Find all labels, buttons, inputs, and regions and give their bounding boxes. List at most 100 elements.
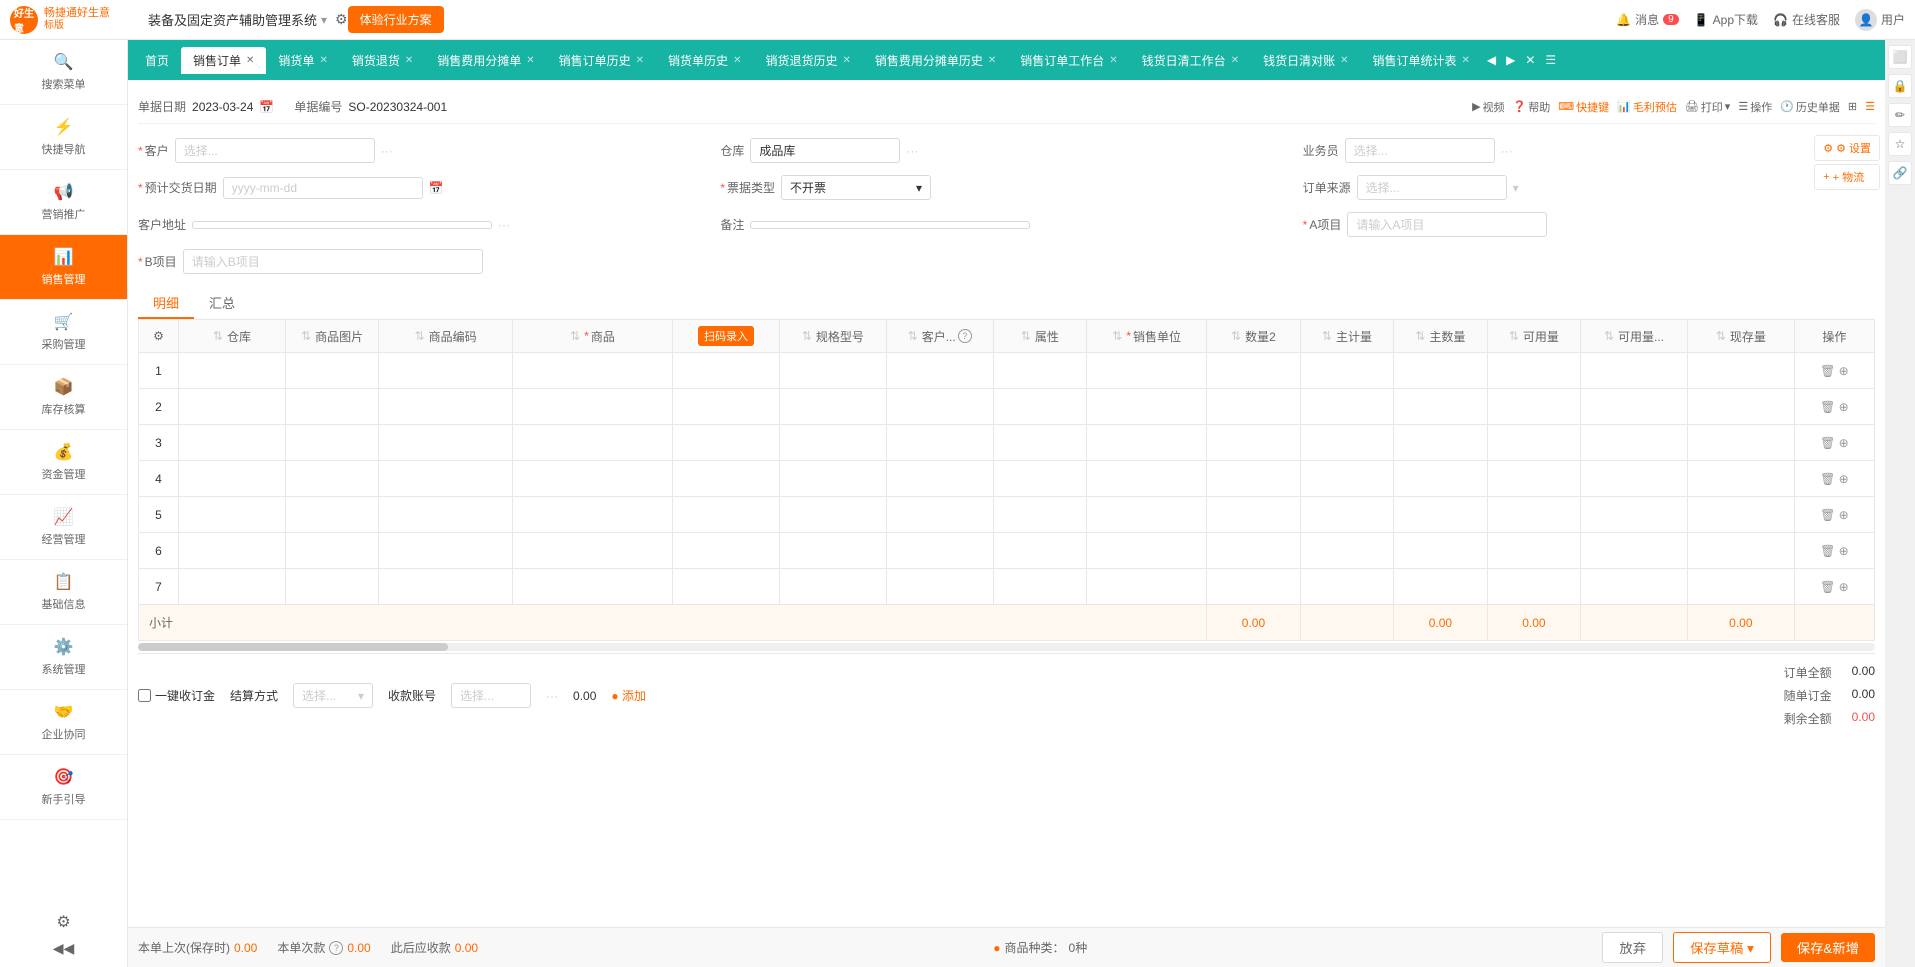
- print-dropdown-icon[interactable]: ▾: [1725, 100, 1731, 113]
- sort-icon[interactable]: ⇅: [1231, 329, 1241, 343]
- row-copy-icon[interactable]: ⊕: [1839, 472, 1849, 486]
- row-delete-icon[interactable]: 🗑: [1820, 364, 1835, 378]
- help-icon[interactable]: ?: [329, 941, 343, 955]
- list-view-icon[interactable]: ☰: [1865, 100, 1875, 113]
- help-btn[interactable]: ❓ 帮助: [1513, 99, 1551, 115]
- customer-input[interactable]: 选择...: [175, 138, 375, 163]
- b-project-input[interactable]: 请输入B项目: [183, 249, 483, 274]
- right-btn-4[interactable]: ☆: [1888, 132, 1912, 156]
- right-btn-2[interactable]: 🔒: [1888, 74, 1912, 98]
- industry-btn[interactable]: 体验行业方案: [348, 6, 444, 33]
- right-btn-3[interactable]: ✏: [1888, 103, 1912, 127]
- sort-icon[interactable]: ⇅: [301, 329, 311, 343]
- sort-icon[interactable]: ⇅: [1604, 329, 1614, 343]
- add-btn[interactable]: ● 添加: [611, 687, 646, 704]
- horizontal-scrollbar[interactable]: [138, 643, 1875, 651]
- customer-address-input[interactable]: [192, 221, 492, 229]
- tab-sales-stats[interactable]: 销售订单统计表 ✕: [1360, 47, 1481, 74]
- tab-sales-expense[interactable]: 销售费用分摊单 ✕: [425, 47, 546, 74]
- sidebar-item-collab[interactable]: 🤝 企业协同: [0, 690, 127, 755]
- tab-close-icon[interactable]: ✕: [1340, 55, 1348, 66]
- delivery-date-input[interactable]: yyyy-mm-dd: [223, 177, 423, 199]
- sidebar-item-basic-info[interactable]: 📋 基础信息: [0, 560, 127, 625]
- settings-icon[interactable]: ⚙: [335, 11, 348, 28]
- address-more-icon[interactable]: ···: [498, 218, 510, 232]
- order-source-dropdown-icon[interactable]: ▾: [1513, 181, 1519, 195]
- row-delete-icon[interactable]: 🗑: [1820, 400, 1835, 414]
- row-delete-icon[interactable]: 🗑: [1820, 472, 1835, 486]
- warehouse-input[interactable]: 成品库: [750, 138, 900, 163]
- online-service-btn[interactable]: 🎧 在线客服: [1773, 11, 1840, 28]
- sidebar-item-search[interactable]: 🔍 搜索菜单: [0, 40, 127, 105]
- row-delete-icon[interactable]: 🗑: [1820, 544, 1835, 558]
- view-btn[interactable]: ▶ 视频: [1472, 99, 1504, 115]
- tab-sales-invoice[interactable]: 销货单 ✕: [266, 47, 339, 74]
- help-icon[interactable]: ?: [958, 329, 972, 343]
- row-delete-icon[interactable]: 🗑: [1820, 508, 1835, 522]
- tab-close-all-icon[interactable]: ✕: [1520, 53, 1540, 67]
- salesperson-input[interactable]: 选择...: [1345, 138, 1495, 163]
- calendar-delivery-icon[interactable]: 📅: [429, 181, 444, 195]
- tab-close-icon[interactable]: ✕: [1231, 55, 1239, 66]
- one-click-payment-checkbox[interactable]: 一键收订金: [138, 687, 215, 704]
- tab-daily-workbench[interactable]: 钱货日清工作台 ✕: [1130, 47, 1251, 74]
- tab-prev-icon[interactable]: ◀: [1482, 53, 1501, 67]
- shortcut-btn[interactable]: ⌨ 快捷键: [1558, 99, 1609, 115]
- sort-icon[interactable]: ⇅: [570, 329, 580, 343]
- row-delete-icon[interactable]: 🗑: [1820, 580, 1835, 594]
- tab-return-history[interactable]: 销货退货历史 ✕: [753, 47, 862, 74]
- sort-icon[interactable]: ⇅: [415, 329, 425, 343]
- tab-sales-order[interactable]: 销售订单 ✕: [181, 47, 266, 74]
- tab-daily-reconcile[interactable]: 钱货日清对账 ✕: [1251, 47, 1360, 74]
- discard-btn[interactable]: 放弃: [1602, 932, 1663, 963]
- sidebar-item-system[interactable]: ⚙️ 系统管理: [0, 625, 127, 690]
- sidebar-settings-icon[interactable]: ⚙: [56, 912, 70, 932]
- operations-btn[interactable]: ☰ 操作: [1738, 99, 1772, 115]
- settings-col-icon[interactable]: ⚙: [153, 329, 164, 343]
- right-btn-5[interactable]: 🔗: [1888, 161, 1912, 185]
- order-source-input[interactable]: 选择...: [1357, 175, 1507, 200]
- tab-close-icon[interactable]: ✕: [319, 55, 327, 66]
- sidebar-item-tutorial[interactable]: 🎯 新手引导: [0, 755, 127, 820]
- print-btn[interactable]: 🖨 打印 ▾: [1685, 99, 1731, 115]
- sort-icon[interactable]: ⇅: [1415, 329, 1425, 343]
- tab-close-icon[interactable]: ✕: [246, 55, 254, 66]
- right-btn-1[interactable]: ⬜: [1888, 45, 1912, 69]
- save-new-btn[interactable]: 保存&新增: [1781, 933, 1875, 962]
- dropdown-arrow-icon[interactable]: ▾: [321, 13, 327, 27]
- tab-close-icon[interactable]: ✕: [733, 55, 741, 66]
- sort-icon[interactable]: ⇅: [213, 329, 223, 343]
- warehouse-more-icon[interactable]: ···: [906, 144, 918, 158]
- sidebar-collapse-icon[interactable]: ◀◀: [53, 940, 75, 957]
- tab-expense-history[interactable]: 销售费用分摊单历史 ✕: [863, 47, 1008, 74]
- sort-icon[interactable]: ⇅: [1112, 329, 1122, 343]
- notification-btn[interactable]: 🔔 消息 9: [1616, 11, 1679, 28]
- settings-float-btn[interactable]: ⚙ ⚙ 设置: [1814, 135, 1880, 161]
- grid-view-icon[interactable]: ⊞: [1848, 100, 1857, 113]
- sidebar-item-operation[interactable]: 📈 经营管理: [0, 495, 127, 560]
- row-copy-icon[interactable]: ⊕: [1839, 436, 1849, 450]
- customer-more-icon[interactable]: ···: [381, 144, 393, 158]
- calendar-icon[interactable]: 📅: [259, 100, 274, 114]
- salesperson-more-icon[interactable]: ···: [1501, 144, 1513, 158]
- account-select[interactable]: 选择...: [451, 683, 531, 708]
- a-project-input[interactable]: 请输入A项目: [1347, 212, 1547, 237]
- row-delete-icon[interactable]: 🗑: [1820, 436, 1835, 450]
- sidebar-item-finance[interactable]: 💰 资金管理: [0, 430, 127, 495]
- tab-next-icon[interactable]: ▶: [1501, 53, 1520, 67]
- scroll-thumb[interactable]: [138, 643, 448, 651]
- profit-btn[interactable]: 📊 毛利预估: [1617, 99, 1677, 115]
- tab-close-icon[interactable]: ✕: [1462, 55, 1470, 66]
- row-copy-icon[interactable]: ⊕: [1839, 580, 1849, 594]
- tab-close-icon[interactable]: ✕: [842, 55, 850, 66]
- sort-icon[interactable]: ⇅: [1021, 329, 1031, 343]
- tab-close-icon[interactable]: ✕: [526, 55, 534, 66]
- sidebar-item-inventory[interactable]: 📦 库存核算: [0, 365, 127, 430]
- tab-sales-workbench[interactable]: 销售订单工作台 ✕: [1008, 47, 1129, 74]
- history-btn[interactable]: 🕐 历史单据: [1780, 99, 1840, 115]
- tab-close-icon[interactable]: ✕: [405, 55, 413, 66]
- tab-summary[interactable]: 汇总: [194, 288, 250, 319]
- user-btn[interactable]: 👤 用户: [1855, 9, 1905, 31]
- sort-icon[interactable]: ⇅: [1509, 329, 1519, 343]
- tab-close-icon[interactable]: ✕: [636, 55, 644, 66]
